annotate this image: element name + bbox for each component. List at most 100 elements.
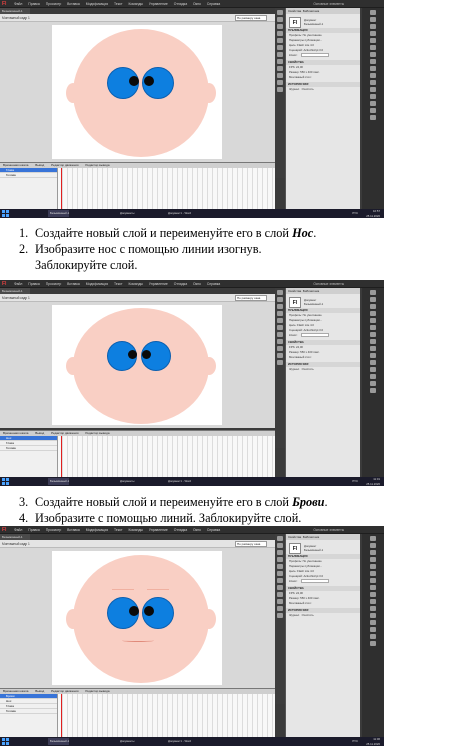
frame-grid[interactable] [58,168,275,209]
menu-window[interactable]: Окно [193,2,201,6]
lasso-tool-icon[interactable] [370,311,376,316]
menu-help[interactable]: Справка [207,2,220,6]
taskbar-documents[interactable]: Документы [118,210,134,217]
panel-icon[interactable] [277,325,283,330]
panel-icon[interactable] [277,360,283,365]
text-tool-icon[interactable] [370,45,376,50]
zoom-tool-icon[interactable] [370,115,376,120]
panel-icon[interactable] [277,304,283,309]
tab-output-editor[interactable]: Редактор вывода [85,689,109,693]
menu-text[interactable]: Текст [114,282,123,286]
eraser-icon[interactable] [370,627,376,632]
panel-icon[interactable] [277,17,283,22]
tab-library[interactable]: Библиотека [303,289,319,293]
tab-output-editor[interactable]: Редактор вывода [85,163,109,167]
panel-icon[interactable] [277,571,283,576]
selection-tool-icon[interactable] [370,10,376,15]
taskbar-word[interactable]: Документ1 - Word [166,478,191,485]
menu-help[interactable]: Справка [207,528,220,532]
panel-icon[interactable] [277,557,283,562]
menu-edit[interactable]: Правка [28,2,39,6]
stage-color-row[interactable]: Монтажный стол: [286,355,360,360]
windows-start-icon[interactable] [2,738,9,745]
panel-icon[interactable] [277,543,283,548]
taskbar-flash[interactable]: Безымянный-1 [48,478,70,485]
brush-tool-icon[interactable] [370,353,376,358]
menu-insert[interactable]: Вставка [67,282,80,286]
menu-debug[interactable]: Отладка [174,2,187,6]
panel-icon[interactable] [277,613,283,618]
menu-view[interactable]: Просмотр [46,528,62,532]
workspace-switcher[interactable]: Основные элементы [313,527,344,533]
pencil-tool-icon[interactable] [370,592,376,597]
frame-grid[interactable] [58,436,275,477]
panel-icon[interactable] [277,10,283,15]
rectangle-tool-icon[interactable] [370,339,376,344]
panel-icon[interactable] [277,24,283,29]
log-button[interactable]: Журнал [289,367,299,371]
clock[interactable]: 10:57 25.11.2020 [366,209,380,218]
panel-icon[interactable] [277,87,283,92]
panel-icon[interactable] [277,346,283,351]
tab-output[interactable]: Вывод [35,689,44,693]
panel-icon[interactable] [277,332,283,337]
panel-icon[interactable] [277,45,283,50]
taskbar-documents[interactable]: Документы [118,738,134,745]
zoom-select[interactable]: По размеру окна [235,295,267,301]
menu-text[interactable]: Текст [114,2,123,6]
workspace-switcher[interactable]: Основные элементы [313,281,344,287]
frame-grid[interactable] [58,694,275,737]
panel-icon[interactable] [277,550,283,555]
menu-commands[interactable]: Команды [129,528,143,532]
menu-file[interactable]: Файл [14,282,22,286]
class-input[interactable] [301,53,330,58]
tab-motion-editor[interactable]: Редактор движения [51,163,78,167]
brush-tool-icon[interactable] [370,73,376,78]
selection-tool-icon[interactable] [370,290,376,295]
text-tool-icon[interactable] [370,325,376,330]
tab-library[interactable]: Библиотека [303,9,319,13]
clear-button[interactable]: Очистить [302,613,314,617]
panel-icon[interactable] [277,606,283,611]
layer-row[interactable]: Голова [0,709,57,714]
tab-properties[interactable]: Свойства [288,9,301,13]
panel-icon[interactable] [277,353,283,358]
tab-output[interactable]: Вывод [35,163,44,167]
text-tool-icon[interactable] [370,571,376,576]
subselection-tool-icon[interactable] [370,297,376,302]
tab-output[interactable]: Вывод [35,431,44,435]
tab-timeline[interactable]: Временная шкала [3,689,28,693]
zoom-select[interactable]: По размеру окна [235,15,267,21]
panel-icon[interactable] [277,578,283,583]
menu-view[interactable]: Просмотр [46,282,62,286]
panel-icon[interactable] [277,311,283,316]
rectangle-tool-icon[interactable] [370,59,376,64]
menu-window[interactable]: Окно [193,528,201,532]
panel-icon[interactable] [277,592,283,597]
stage-color-row[interactable]: Монтажный стол: [286,75,360,80]
language-indicator[interactable]: РУС [352,477,358,486]
line-tool-icon[interactable] [370,52,376,57]
pen-tool-icon[interactable] [370,564,376,569]
menu-modify[interactable]: Модификация [86,2,108,6]
taskbar-flash[interactable]: Безымянный-1 [48,210,70,217]
hand-tool-icon[interactable] [370,388,376,393]
menu-edit[interactable]: Правка [28,282,39,286]
menu-control[interactable]: Управление [149,2,168,6]
panel-icon[interactable] [277,339,283,344]
panel-icon[interactable] [277,599,283,604]
panel-icon[interactable] [277,66,283,71]
menu-insert[interactable]: Вставка [67,2,80,6]
playhead[interactable] [61,694,62,737]
menu-insert[interactable]: Вставка [67,528,80,532]
panel-icon[interactable] [277,290,283,295]
panel-icon[interactable] [277,52,283,57]
zoom-tool-icon[interactable] [370,641,376,646]
subselection-tool-icon[interactable] [370,17,376,22]
transform-tool-icon[interactable] [370,24,376,29]
layer-row[interactable]: Голова [0,446,57,451]
panel-icon[interactable] [277,73,283,78]
hand-tool-icon[interactable] [370,634,376,639]
eraser-icon[interactable] [370,101,376,106]
panel-icon[interactable] [277,80,283,85]
